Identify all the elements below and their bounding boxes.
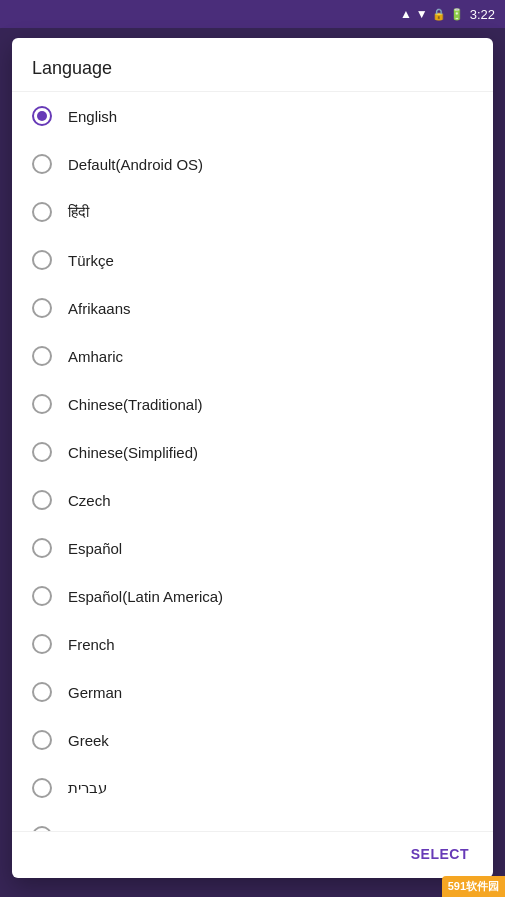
radio-chinese-traditional	[32, 394, 52, 414]
radio-hindi	[32, 202, 52, 222]
language-item-espanol[interactable]: Español	[12, 524, 493, 572]
radio-amharic	[32, 346, 52, 366]
language-label-french: French	[68, 636, 115, 653]
language-label-hebrew: עברית	[68, 779, 107, 797]
language-item-german[interactable]: German	[12, 668, 493, 716]
radio-german	[32, 682, 52, 702]
radio-afrikaans	[32, 298, 52, 318]
radio-default-android	[32, 154, 52, 174]
dialog-overlay: Language English Default(Android OS) हिंदी…	[0, 28, 505, 897]
language-label-greek: Greek	[68, 732, 109, 749]
lock-icon: 🔒	[432, 8, 446, 21]
language-item-afrikaans[interactable]: Afrikaans	[12, 284, 493, 332]
status-bar: ▲ ▼ 🔒 🔋 3:22	[0, 0, 505, 28]
radio-turkce	[32, 250, 52, 270]
language-item-hindi[interactable]: हिंदी	[12, 188, 493, 236]
dialog-title: Language	[12, 38, 493, 92]
signal-icon: ▼	[416, 7, 428, 21]
radio-espanol	[32, 538, 52, 558]
language-label-czech: Czech	[68, 492, 111, 509]
language-item-turkce[interactable]: Türkçe	[12, 236, 493, 284]
language-item-chinese-traditional[interactable]: Chinese(Traditional)	[12, 380, 493, 428]
language-label-hindi: हिंदी	[68, 203, 89, 221]
language-label-default-android: Default(Android OS)	[68, 156, 203, 173]
radio-chinese-simplified	[32, 442, 52, 462]
language-item-french[interactable]: French	[12, 620, 493, 668]
language-item-espanol-latin[interactable]: Español(Latin America)	[12, 572, 493, 620]
select-button[interactable]: SELECT	[403, 840, 477, 868]
radio-english	[32, 106, 52, 126]
status-icons: ▲ ▼ 🔒 🔋	[400, 7, 464, 21]
language-label-turkce: Türkçe	[68, 252, 114, 269]
battery-icon: 🔋	[450, 8, 464, 21]
language-label-chinese-simplified: Chinese(Simplified)	[68, 444, 198, 461]
language-list[interactable]: English Default(Android OS) हिंदी Türkçe Afr…	[12, 92, 493, 831]
status-time: 3:22	[470, 7, 495, 22]
wifi-icon: ▲	[400, 7, 412, 21]
language-item-amharic[interactable]: Amharic	[12, 332, 493, 380]
radio-greek	[32, 730, 52, 750]
language-dialog: Language English Default(Android OS) हिंदी…	[12, 38, 493, 878]
language-item-greek[interactable]: Greek	[12, 716, 493, 764]
dialog-footer: SELECT	[12, 831, 493, 878]
language-label-english: English	[68, 108, 117, 125]
watermark-label: 591软件园	[442, 876, 505, 897]
language-item-english[interactable]: English	[12, 92, 493, 140]
radio-french	[32, 634, 52, 654]
radio-hebrew	[32, 778, 52, 798]
language-item-hebrew[interactable]: עברית	[12, 764, 493, 812]
language-label-amharic: Amharic	[68, 348, 123, 365]
radio-czech	[32, 490, 52, 510]
language-item-default-android[interactable]: Default(Android OS)	[12, 140, 493, 188]
language-label-espanol: Español	[68, 540, 122, 557]
language-label-afrikaans: Afrikaans	[68, 300, 131, 317]
language-item-italiano[interactable]: Italiano	[12, 812, 493, 831]
language-label-german: German	[68, 684, 122, 701]
language-item-czech[interactable]: Czech	[12, 476, 493, 524]
language-item-chinese-simplified[interactable]: Chinese(Simplified)	[12, 428, 493, 476]
language-label-espanol-latin: Español(Latin America)	[68, 588, 223, 605]
language-label-chinese-traditional: Chinese(Traditional)	[68, 396, 203, 413]
radio-espanol-latin	[32, 586, 52, 606]
